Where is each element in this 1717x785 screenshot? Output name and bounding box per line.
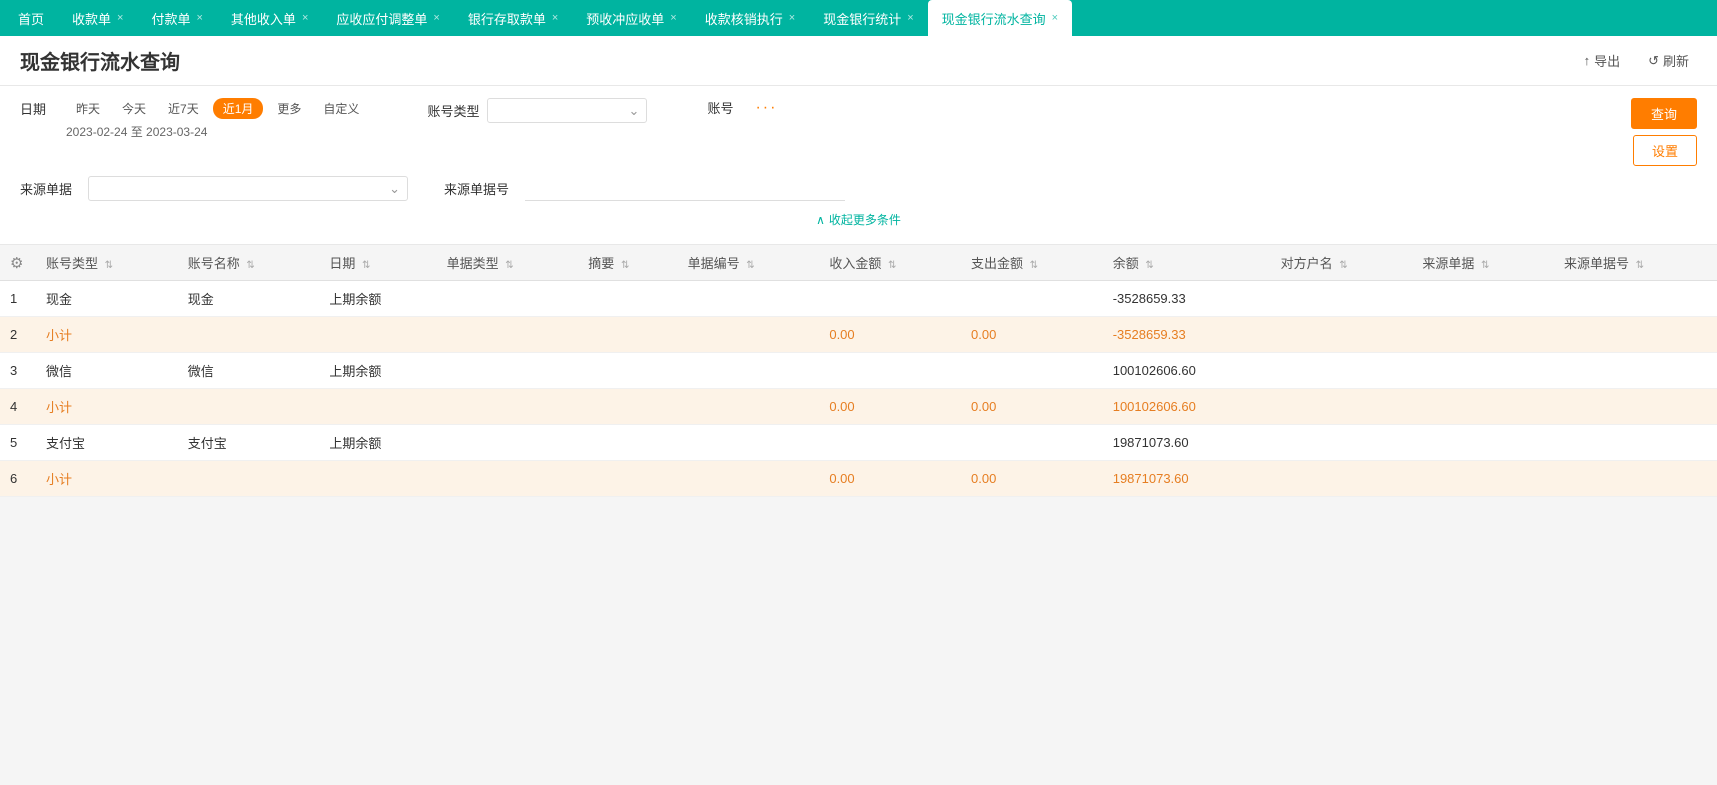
export-icon: ↑	[1584, 53, 1591, 68]
refresh-icon: ↺	[1648, 53, 1659, 69]
table-header-row: ⚙ 账号类型 ⇅ 账号名称 ⇅ 日期 ⇅ 单据类型 ⇅	[0, 245, 1717, 281]
date-option-today[interactable]: 今天	[114, 98, 154, 119]
date-option-more[interactable]: 更多	[269, 98, 309, 119]
sort-icon: ⇅	[1636, 260, 1644, 271]
sort-icon: ⇅	[1145, 260, 1153, 271]
query-button[interactable]: 查询	[1631, 98, 1697, 129]
table-row: 3微信微信上期余额100102606.60	[0, 353, 1717, 389]
sort-icon: ⇅	[1481, 260, 1489, 271]
table-row: 2小计0.000.00-3528659.33	[0, 317, 1717, 353]
nav-tab-advance-offset[interactable]: 预收冲应收单 ×	[572, 0, 690, 36]
date-options: 昨天 今天 近7天 近1月 更多 自定义	[68, 98, 367, 119]
page-title: 现金银行流水查询	[20, 46, 180, 75]
sort-icon: ⇅	[505, 260, 513, 271]
table-row: 4小计0.000.00100102606.60	[0, 389, 1717, 425]
account-label: 账号	[707, 98, 747, 117]
close-icon[interactable]: ×	[1052, 12, 1058, 24]
close-icon[interactable]: ×	[789, 12, 795, 24]
sort-icon: ⇅	[746, 260, 754, 271]
source-doc-no-input[interactable]	[525, 177, 845, 201]
source-doc-wrapper	[88, 176, 408, 201]
nav-tab-cash-bank-flow[interactable]: 现金银行流水查询 ×	[928, 0, 1072, 36]
nav-tab-other-income[interactable]: 其他收入单 ×	[217, 0, 322, 36]
th-balance[interactable]: 余额 ⇅	[1103, 245, 1271, 281]
setting-button[interactable]: 设置	[1633, 135, 1697, 166]
nav-tab-bank-deposit[interactable]: 银行存取款单 ×	[454, 0, 572, 36]
date-option-yesterday[interactable]: 昨天	[68, 98, 108, 119]
date-option-7days[interactable]: 近7天	[160, 98, 207, 119]
account-type-label: 账号类型	[427, 101, 479, 120]
date-option-1month[interactable]: 近1月	[213, 98, 264, 119]
th-counterparty[interactable]: 对方户名 ⇅	[1271, 245, 1413, 281]
th-source-doc[interactable]: 来源单据 ⇅	[1412, 245, 1554, 281]
nav-tab-payments[interactable]: 付款单 ×	[137, 0, 216, 36]
sort-icon: ⇅	[105, 260, 113, 271]
sort-icon: ⇅	[246, 260, 254, 271]
date-label: 日期	[20, 99, 60, 118]
filter-area: 日期 昨天 今天 近7天 近1月 更多 自定义 2023-02-24 至 202…	[0, 86, 1717, 245]
close-icon[interactable]: ×	[433, 12, 439, 24]
data-table: ⚙ 账号类型 ⇅ 账号名称 ⇅ 日期 ⇅ 单据类型 ⇅	[0, 245, 1717, 497]
source-doc-label: 来源单据	[20, 179, 72, 198]
nav-home[interactable]: 首页	[4, 0, 58, 36]
date-option-custom[interactable]: 自定义	[315, 98, 367, 119]
top-nav: 首页 收款单 × 付款单 × 其他收入单 × 应收应付调整单 × 银行存取款单 …	[0, 0, 1717, 36]
th-expense[interactable]: 支出金额 ⇅	[961, 245, 1103, 281]
export-button[interactable]: ↑ 导出	[1576, 47, 1629, 74]
th-account-type[interactable]: 账号类型 ⇅	[36, 245, 178, 281]
th-doc-no[interactable]: 单据编号 ⇅	[678, 245, 820, 281]
sort-icon: ⇅	[362, 260, 370, 271]
date-range: 2023-02-24 至 2023-03-24	[66, 125, 207, 139]
nav-tab-cash-bank-stats[interactable]: 现金银行统计 ×	[809, 0, 927, 36]
sort-icon: ⇅	[1030, 260, 1038, 271]
close-icon[interactable]: ×	[670, 12, 676, 24]
nav-tab-collection-exec[interactable]: 收款核销执行 ×	[691, 0, 809, 36]
close-icon[interactable]: ×	[907, 12, 913, 24]
source-doc-select[interactable]	[88, 176, 408, 201]
account-type-wrapper: 现金 微信 支付宝	[487, 98, 647, 123]
collapse-button[interactable]: ∧ 收起更多条件	[816, 211, 901, 228]
table-container: ⚙ 账号类型 ⇅ 账号名称 ⇅ 日期 ⇅ 单据类型 ⇅	[0, 245, 1717, 497]
page-header: 现金银行流水查询 ↑ 导出 ↺ 刷新	[0, 36, 1717, 86]
th-source-doc-no[interactable]: 来源单据号 ⇅	[1554, 245, 1717, 281]
table-row: 6小计0.000.0019871073.60	[0, 461, 1717, 497]
th-gear: ⚙	[0, 245, 36, 281]
source-doc-no-label: 来源单据号	[444, 179, 509, 198]
sort-icon: ⇅	[621, 260, 629, 271]
close-icon[interactable]: ×	[552, 12, 558, 24]
th-date[interactable]: 日期 ⇅	[319, 245, 436, 281]
nav-tab-ar-ap-adjust[interactable]: 应收应付调整单 ×	[322, 0, 453, 36]
close-icon[interactable]: ×	[302, 12, 308, 24]
collapse-icon: ∧	[816, 213, 825, 227]
header-actions: ↑ 导出 ↺ 刷新	[1576, 47, 1697, 74]
account-type-select[interactable]: 现金 微信 支付宝	[487, 98, 647, 123]
close-icon[interactable]: ×	[117, 12, 123, 24]
nav-tab-receipts[interactable]: 收款单 ×	[58, 0, 137, 36]
refresh-button[interactable]: ↺ 刷新	[1640, 47, 1697, 74]
collapse-bar: ∧ 收起更多条件	[20, 207, 1697, 236]
close-icon[interactable]: ×	[196, 12, 202, 24]
gear-icon[interactable]: ⚙	[10, 255, 23, 272]
table-row: 5支付宝支付宝上期余额19871073.60	[0, 425, 1717, 461]
th-account-name[interactable]: 账号名称 ⇅	[178, 245, 320, 281]
th-summary[interactable]: 摘要 ⇅	[578, 245, 677, 281]
th-income[interactable]: 收入金额 ⇅	[819, 245, 961, 281]
sort-icon: ⇅	[1339, 260, 1347, 271]
th-doc-type[interactable]: 单据类型 ⇅	[437, 245, 579, 281]
account-more-btn[interactable]: ···	[755, 99, 777, 117]
table-row: 1现金现金上期余额-3528659.33	[0, 281, 1717, 317]
sort-icon: ⇅	[888, 260, 896, 271]
